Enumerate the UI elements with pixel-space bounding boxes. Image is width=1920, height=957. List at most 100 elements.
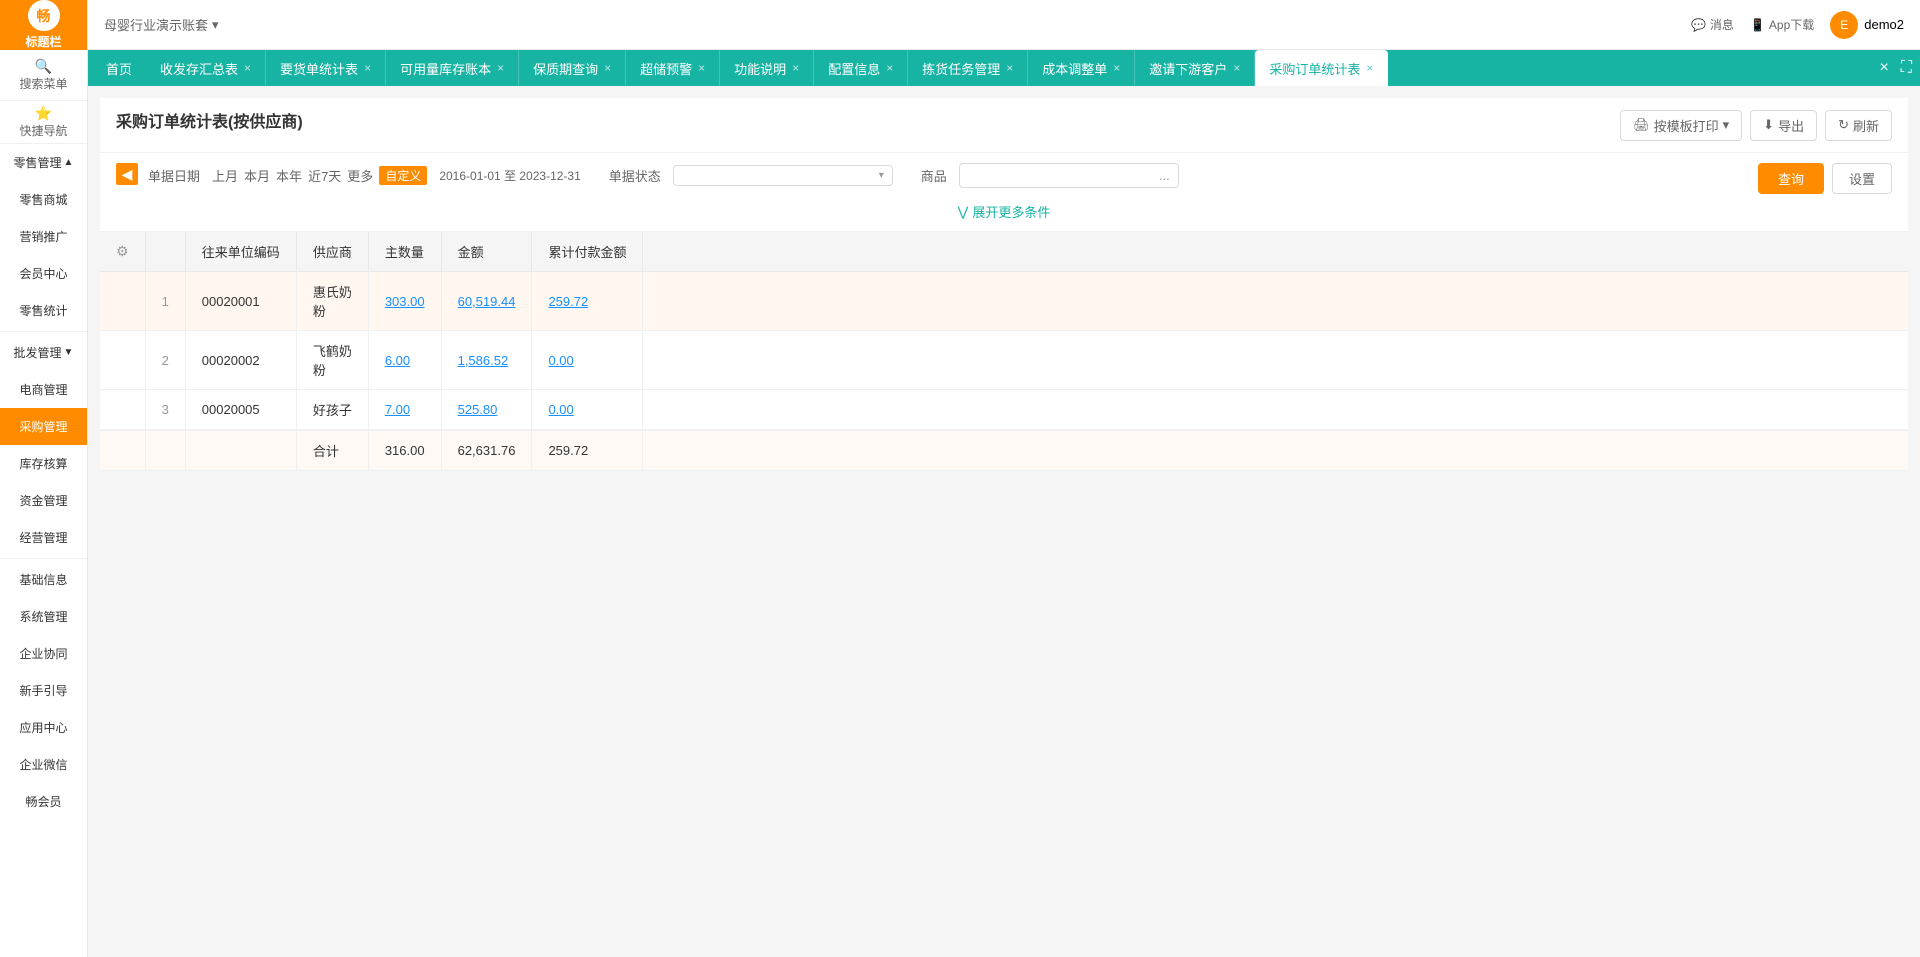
date-this-year[interactable]: 本年 xyxy=(276,166,302,185)
expand-more-button[interactable]: ⋁ 展开更多条件 xyxy=(958,202,1051,221)
tab-collect-summary[interactable]: 收发存汇总表 × xyxy=(146,50,266,86)
sidebar-item-wechat[interactable]: 企业微信 xyxy=(0,746,87,783)
close-icon[interactable]: × xyxy=(497,61,504,75)
sidebar-item-retail-mgmt[interactable]: 零售管理 ▲ xyxy=(0,144,87,181)
workspace-name: 母婴行业演示账套 xyxy=(104,15,208,34)
logo: 畅 标题栏 xyxy=(0,0,87,50)
tab-home[interactable]: 首页 xyxy=(92,50,146,86)
tab-expiry-label: 保质期查询 xyxy=(533,59,598,78)
cell-gear xyxy=(100,331,145,390)
tab-overstock-warning[interactable]: 超储预警 × xyxy=(626,50,720,86)
close-icon[interactable]: × xyxy=(1113,61,1120,75)
sidebar-operations-label: 经营管理 xyxy=(19,529,67,546)
tab-picking-task[interactable]: 拣货任务管理 × xyxy=(908,50,1028,86)
sidebar-item-vip[interactable]: 畅会员 xyxy=(0,783,87,820)
paid-link[interactable]: 0.00 xyxy=(548,402,573,417)
export-button[interactable]: ⬇ 导出 xyxy=(1750,110,1817,141)
sidebar-item-wholesale[interactable]: 批发管理 ▼ xyxy=(0,334,87,371)
quantity-link[interactable]: 6.00 xyxy=(385,353,410,368)
tab-cost-adjust[interactable]: 成本调整单 × xyxy=(1028,50,1135,86)
date-last-7days[interactable]: 近7天 xyxy=(308,166,341,185)
sidebar-purchase-label: 采购管理 xyxy=(19,418,67,435)
sidebar-item-purchase[interactable]: 采购管理 xyxy=(0,408,87,445)
close-icon[interactable]: × xyxy=(792,61,799,75)
status-select[interactable]: ▾ xyxy=(673,165,893,186)
filter-toggle-button[interactable]: ◀ xyxy=(116,163,138,185)
sidebar-enterprise-collab-label: 企业协同 xyxy=(19,645,67,662)
user-menu[interactable]: E demo2 xyxy=(1830,11,1904,39)
paid-link[interactable]: 259.72 xyxy=(548,294,588,309)
quantity-link[interactable]: 7.00 xyxy=(385,402,410,417)
date-custom-tag[interactable]: 自定义 xyxy=(379,166,427,185)
footer-extra xyxy=(643,430,1908,471)
cell-extra xyxy=(643,390,1908,431)
cell-extra xyxy=(643,272,1908,331)
close-icon[interactable]: × xyxy=(698,61,705,75)
settings-button[interactable]: 设置 xyxy=(1832,163,1892,194)
quantity-link[interactable]: 303.00 xyxy=(385,294,425,309)
refresh-button[interactable]: ↻ 刷新 xyxy=(1825,110,1892,141)
sidebar-item-members[interactable]: 会员中心 xyxy=(0,255,87,292)
tab-expiry-query[interactable]: 保质期查询 × xyxy=(519,50,626,86)
goods-input[interactable]: ... xyxy=(959,163,1179,188)
sidebar-item-quicknav[interactable]: ⭐ 快捷导航 xyxy=(0,101,87,144)
sidebar-item-finance[interactable]: 资金管理 xyxy=(0,482,87,519)
close-icon[interactable]: × xyxy=(886,61,893,75)
close-icon-active[interactable]: × xyxy=(1366,61,1373,75)
cell-supplier: 好孩子 xyxy=(296,390,368,431)
tab-available-inventory[interactable]: 可用量库存账本 × xyxy=(386,50,519,86)
column-gear[interactable]: ⚙ xyxy=(100,232,145,272)
sidebar-item-search[interactable]: 🔍 搜索菜单 xyxy=(0,50,87,101)
sidebar-item-app-center[interactable]: 应用中心 xyxy=(0,709,87,746)
tab-invite-downstream[interactable]: 邀请下游客户 × xyxy=(1135,50,1255,86)
tab-config-info[interactable]: 配置信息 × xyxy=(814,50,908,86)
sidebar-item-guide[interactable]: 新手引导 xyxy=(0,672,87,709)
topbar: 母婴行业演示账套 ▾ 💬 消息 📱 App下载 E demo2 xyxy=(88,0,1920,50)
paid-link[interactable]: 0.00 xyxy=(548,353,573,368)
close-icon[interactable]: × xyxy=(244,61,251,75)
tab-function-desc[interactable]: 功能说明 × xyxy=(720,50,814,86)
workspace-title[interactable]: 母婴行业演示账套 ▾ xyxy=(104,15,1675,34)
tab-requisition-stats[interactable]: 要货单统计表 × xyxy=(266,50,386,86)
footer-row: 合计 316.00 62,631.76 259.72 xyxy=(100,430,1908,471)
cell-quantity: 6.00 xyxy=(368,331,441,390)
amount-link[interactable]: 60,519.44 xyxy=(458,294,516,309)
date-more[interactable]: 更多 xyxy=(347,166,373,185)
date-this-month[interactable]: 本月 xyxy=(244,166,270,185)
print-button[interactable]: 🖨 按模板打印 ▾ xyxy=(1620,110,1742,141)
goods-label: 商品 xyxy=(921,166,947,185)
status-label: 单据状态 xyxy=(609,166,661,185)
sidebar-item-basic-info[interactable]: 基础信息 xyxy=(0,561,87,598)
sidebar-item-enterprise-collab[interactable]: 企业协同 xyxy=(0,635,87,672)
sidebar-item-marketing[interactable]: 营销推广 xyxy=(0,218,87,255)
sidebar-item-operations[interactable]: 经营管理 xyxy=(0,519,87,556)
date-last-month[interactable]: 上月 xyxy=(212,166,238,185)
close-icon[interactable]: × xyxy=(1233,61,1240,75)
close-tab-button[interactable]: × xyxy=(1875,55,1892,81)
export-label: 导出 xyxy=(1778,116,1804,135)
tab-home-label: 首页 xyxy=(106,59,132,78)
ellipsis-icon[interactable]: ... xyxy=(1159,168,1170,183)
amount-link[interactable]: 525.80 xyxy=(458,402,498,417)
sidebar-members-label: 会员中心 xyxy=(19,265,67,282)
sidebar-basic-info-label: 基础信息 xyxy=(19,571,67,588)
topbar-actions: 💬 消息 📱 App下载 E demo2 xyxy=(1691,11,1904,39)
sidebar-item-retail-stats[interactable]: 零售统计 xyxy=(0,292,87,329)
tab-purchase-order-stats[interactable]: 采购订单统计表 × xyxy=(1255,50,1388,86)
main-area: 母婴行业演示账套 ▾ 💬 消息 📱 App下载 E demo2 首页 xyxy=(88,0,1920,957)
app-download-button[interactable]: 📱 App下载 xyxy=(1750,16,1814,33)
sidebar-item-ecommerce[interactable]: 电商管理 xyxy=(0,371,87,408)
close-icon[interactable]: × xyxy=(1006,61,1013,75)
export-icon: ⬇ xyxy=(1763,117,1774,133)
sidebar-search-label: 搜索菜单 xyxy=(6,75,81,92)
close-icon[interactable]: × xyxy=(364,61,371,75)
sidebar-retail-stats-label: 零售统计 xyxy=(19,302,67,319)
sidebar-item-inventory[interactable]: 库存核算 xyxy=(0,445,87,482)
sidebar-item-system[interactable]: 系统管理 xyxy=(0,598,87,635)
amount-link[interactable]: 1,586.52 xyxy=(458,353,509,368)
close-icon[interactable]: × xyxy=(604,61,611,75)
message-button[interactable]: 💬 消息 xyxy=(1691,16,1734,33)
query-button[interactable]: 查询 xyxy=(1758,163,1824,194)
sidebar-item-retail-mall[interactable]: 零售商城 xyxy=(0,181,87,218)
fullscreen-button[interactable]: ⛶ xyxy=(1897,55,1916,81)
